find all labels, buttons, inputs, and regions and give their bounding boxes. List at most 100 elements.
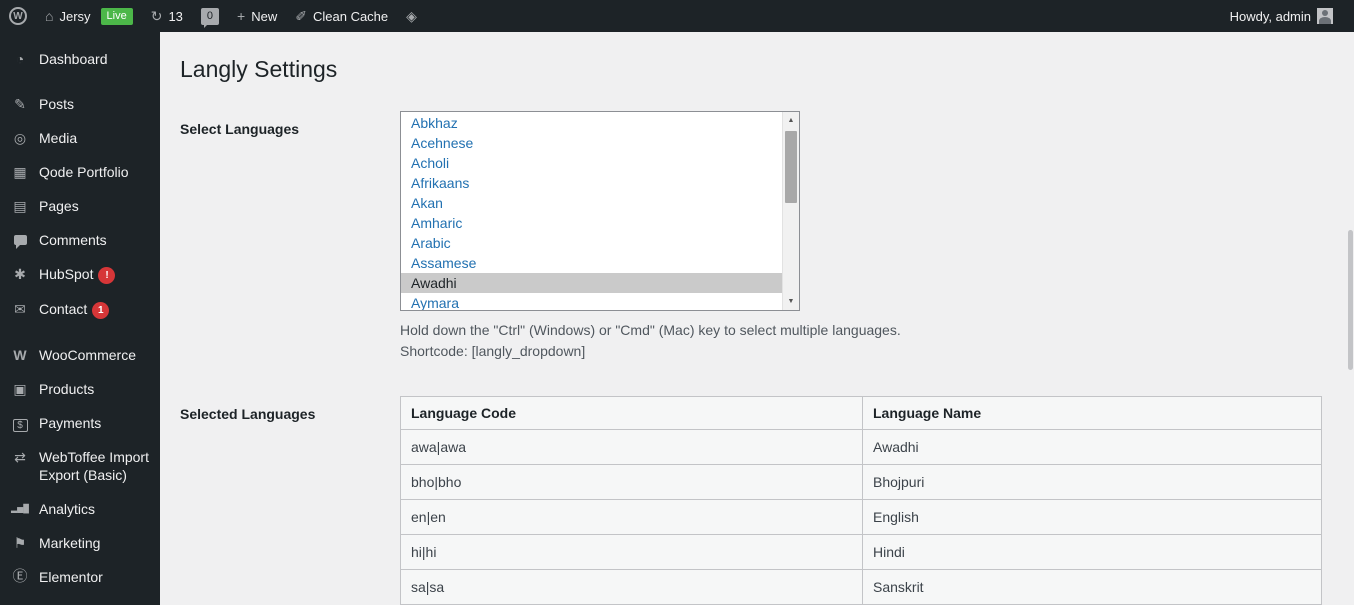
woocommerce-icon: W [13,346,27,363]
home-icon: ⌂ [45,8,54,24]
sidebar-item-label: Analytics [39,500,96,517]
plus-icon: + [237,8,246,24]
sidebar-item-products[interactable]: ▣ Products [0,372,160,406]
posts-icon: ✎ [14,96,26,112]
elementor-menu[interactable]: ◈ [397,0,426,32]
live-badge: Live [100,7,133,25]
import-export-icon: ⇄ [14,448,26,465]
multi-select-help-text: Hold down the "Ctrl" (Windows) or "Cmd" … [400,321,901,338]
language-name-cell: Sanskrit [862,568,1322,605]
language-code-cell: en|en [400,498,863,535]
site-name: Jersy [59,8,91,24]
sidebar-item-hubspot[interactable]: ✱ HubSpot! [0,257,160,292]
sidebar-item-label: Elementor [39,568,103,585]
new-content-menu[interactable]: + New [228,0,286,32]
listbox-scrollbar[interactable]: ▲ ▼ [782,111,799,310]
sidebar-item-posts[interactable]: ✎ Posts [0,87,160,121]
language-code-header: Language Code [400,395,863,430]
language-name-cell: Awadhi [862,428,1322,465]
language-option[interactable]: Abkhaz [401,113,782,133]
scroll-down-icon[interactable]: ▼ [783,293,799,310]
languages-listbox[interactable]: Abkhaz Acehnese Acholi Afrikaans Akan Am… [400,110,800,311]
sidebar-item-webtoffee-import-export[interactable]: ⇄ WebToffee Import Export (Basic) [0,440,160,492]
sidebar-item-label: Contact 1 [39,300,152,319]
bar-chart-icon: ▂▅█ [11,503,29,513]
language-name-cell: Bhojpuri [862,463,1322,500]
portfolio-grid-icon: ▦ [13,164,27,180]
sidebar-item-label: Dashboard [39,51,108,67]
clean-cache-button[interactable]: ✐ Clean Cache [286,0,397,32]
sidebar-item-label: Comments [39,232,107,248]
sidebar-item-payments[interactable]: $ Payments [0,406,160,440]
language-option[interactable]: Acehnese [401,133,782,153]
scroll-thumb[interactable] [785,130,797,203]
language-option[interactable]: Akan [401,193,782,213]
language-code-cell: hi|hi [400,533,863,570]
contact-count-badge: 1 [92,301,110,319]
language-option[interactable]: Acholi [401,153,782,173]
clean-cache-label: Clean Cache [312,8,389,24]
sidebar-item-label: WebToffee Import Export (Basic) [39,448,149,483]
products-icon: ▣ [13,380,27,397]
sidebar-item-label: Payments [39,414,102,431]
language-option[interactable]: Amharic [401,213,782,233]
table-row: bho|bho Bhojpuri [400,463,1322,500]
pages-icon: ▤ [13,198,27,214]
hubspot-alert-badge: ! [98,266,116,284]
language-name-cell: English [862,498,1322,535]
clean-cache-icon: ✐ [295,8,307,24]
scroll-track[interactable] [783,129,799,293]
shortcode-text: Shortcode: [langly_dropdown] [400,342,586,359]
flag-icon: ⚑ [13,534,27,551]
sidebar-item-label: Posts [39,96,75,112]
page-scroll-thumb[interactable] [1348,230,1353,370]
comments-count: 0 [206,9,214,22]
wordpress-menu[interactable]: W [0,0,36,32]
menu-separator [0,76,160,87]
language-option[interactable]: Assamese [401,253,782,273]
sidebar-item-analytics[interactable]: ▂▅█ Analytics [0,492,160,526]
envelope-icon: ✉ [14,300,26,317]
my-account-menu[interactable]: Howdy, admin [1221,0,1342,32]
sidebar-item-woocommerce[interactable]: W WooCommerce [0,338,160,372]
hubspot-icon: ✱ [14,266,26,282]
comments-menu[interactable]: 0 [192,0,228,32]
language-code-cell: awa|awa [400,428,863,465]
sidebar-item-media[interactable]: ◎ Media [0,121,160,155]
language-name-header: Language Name [862,395,1322,430]
sidebar-item-qode-portfolio[interactable]: ▦ Qode Portfolio [0,155,160,189]
table-header-row: Language Code Language Name [400,395,1322,430]
language-option-selected[interactable]: Awadhi [401,272,782,293]
language-option[interactable]: Aymara [401,293,782,310]
sidebar-item-dashboard[interactable]: ◔ Dashboard [0,42,160,76]
payments-icon: $ [10,414,30,432]
sidebar-item-label: Products [39,380,95,397]
admin-sidebar: ◔ Dashboard ✎ Posts ◎ Media ▦ Qode Portf… [0,32,160,605]
language-code-cell: bho|bho [400,463,863,500]
elementor-icon: Ⓔ [12,567,28,585]
table-row: sa|sa Sanskrit [400,568,1322,605]
sidebar-item-label: WooCommerce [39,346,136,363]
sidebar-item-elementor[interactable]: Ⓔ Elementor [0,560,160,594]
page-title: Langly Settings [180,56,338,82]
table-row: awa|awa Awadhi [400,428,1322,465]
scroll-up-icon[interactable]: ▲ [783,112,799,129]
sidebar-item-contact[interactable]: ✉ Contact 1 [0,292,160,327]
sidebar-item-label: Media [39,130,78,146]
sidebar-item-label: Qode Portfolio [39,164,129,180]
sidebar-item-comments[interactable]: Comments [0,223,160,257]
page-scrollbar[interactable] [1347,32,1354,605]
language-option[interactable]: Arabic [401,233,782,253]
wordpress-logo-icon: W [9,7,27,25]
main-content: Langly Settings Select Languages Abkhaz … [160,32,1346,605]
diamond-icon: ◈ [406,8,417,24]
media-icon: ◎ [13,130,27,146]
sidebar-item-marketing[interactable]: ⚑ Marketing [0,526,160,560]
new-label: New [251,8,278,24]
site-name-menu[interactable]: ⌂ Jersy Live [36,0,142,32]
language-option[interactable]: Afrikaans [401,173,782,193]
updates-menu[interactable]: ↻ 13 [142,0,192,32]
sidebar-item-pages[interactable]: ▤ Pages [0,189,160,223]
updates-icon: ↻ [150,8,163,24]
selected-languages-table: Language Code Language Name awa|awa Awad… [400,395,1322,605]
